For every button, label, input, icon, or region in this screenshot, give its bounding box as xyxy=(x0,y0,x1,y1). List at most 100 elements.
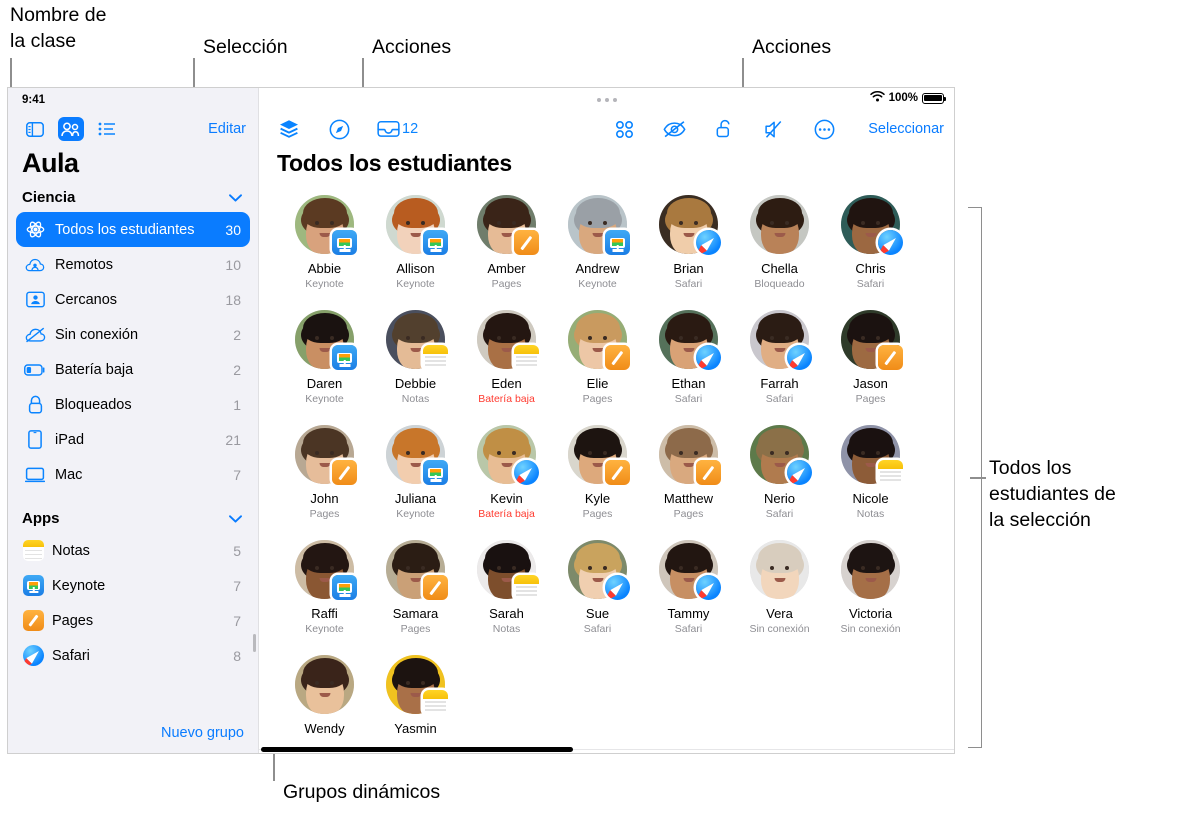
avatar-wrap xyxy=(750,195,809,254)
student-name: Sarah xyxy=(489,606,524,621)
avatar xyxy=(295,655,354,714)
pages-app-icon xyxy=(605,345,630,370)
sidebar-item-count: 7 xyxy=(233,612,241,629)
student-card[interactable]: Andrew Keynote xyxy=(552,195,643,290)
files-button[interactable]: 12 xyxy=(375,115,420,143)
section-header-ciencia[interactable]: Ciencia xyxy=(8,185,258,212)
student-card[interactable]: Yasmin xyxy=(370,655,461,736)
avatar-wrap xyxy=(295,195,357,255)
student-status: Keynote xyxy=(305,393,344,405)
sidebar-item-sin-conexion[interactable]: Sin conexión 2 xyxy=(16,317,250,352)
student-card[interactable]: Chris Safari xyxy=(825,195,916,290)
student-card[interactable]: Farrah Safari xyxy=(734,310,825,405)
student-card[interactable]: Eden Batería baja xyxy=(461,310,552,405)
screens-button[interactable] xyxy=(275,115,303,143)
student-card[interactable]: Sarah Notas xyxy=(461,540,552,635)
avatar-wrap xyxy=(750,425,812,485)
leader-class-name xyxy=(10,58,12,87)
mute-button[interactable] xyxy=(760,115,788,143)
student-name: Sue xyxy=(585,606,610,621)
student-card[interactable]: John Pages xyxy=(279,425,370,520)
sidebar-item-keynote[interactable]: Keynote 7 xyxy=(16,568,250,603)
student-card[interactable]: Juliana Keynote xyxy=(370,425,461,520)
student-name: Eden xyxy=(491,376,522,391)
student-card[interactable]: Daren Keynote xyxy=(279,310,370,405)
student-name: Chella xyxy=(761,261,798,276)
student-status: Keynote xyxy=(305,623,344,635)
sidebar-item-safari[interactable]: Safari 8 xyxy=(16,638,250,673)
more-button[interactable] xyxy=(810,115,838,143)
student-card[interactable]: Tammy Safari xyxy=(643,540,734,635)
keynote-app-icon xyxy=(332,345,357,370)
student-card[interactable]: Ethan Safari xyxy=(643,310,734,405)
scrollbar-thumb[interactable] xyxy=(261,747,573,752)
status-bar-left: 9:41 xyxy=(8,88,258,112)
student-status: Batería baja xyxy=(478,508,535,520)
new-group-button[interactable]: Nuevo grupo xyxy=(161,725,244,741)
student-card[interactable]: Nicole Notas xyxy=(825,425,916,520)
section-header-apps[interactable]: Apps xyxy=(8,506,258,533)
sidebar-item-notas[interactable]: Notas 5 xyxy=(16,533,250,568)
student-card[interactable]: Abbie Keynote xyxy=(279,195,370,290)
sidebar-item-bateria-baja[interactable]: Batería baja 2 xyxy=(16,352,250,387)
student-card[interactable]: Amber Pages xyxy=(461,195,552,290)
callout-actions-left: Acciones xyxy=(372,36,452,58)
window-grabber-icon[interactable] xyxy=(596,98,617,102)
student-name: Abbie xyxy=(307,261,342,276)
sidebar-item-label: Batería baja xyxy=(55,361,134,378)
sidebar-item-label: Cercanos xyxy=(55,291,118,308)
student-name: Daren xyxy=(306,376,343,391)
student-status: Pages xyxy=(400,623,431,635)
student-name: Nicole xyxy=(852,491,889,506)
horizontal-scrollbar[interactable] xyxy=(259,743,954,753)
chevron-down-icon[interactable] xyxy=(229,510,242,527)
chevron-down-icon[interactable] xyxy=(229,189,242,206)
sidebar-item-ipad[interactable]: iPad 21 xyxy=(16,422,250,457)
student-card[interactable]: Debbie Notas xyxy=(370,310,461,405)
student-card[interactable]: Victoria Sin conexión xyxy=(825,540,916,635)
groups-button[interactable] xyxy=(610,115,638,143)
sidebar-item-todos-los-estudiantes[interactable]: Todos los estudiantes 30 xyxy=(16,212,250,247)
student-card[interactable]: Allison Keynote xyxy=(370,195,461,290)
student-name: Victoria xyxy=(848,606,893,621)
student-card[interactable]: Jason Pages xyxy=(825,310,916,405)
sidebar-item-remotos[interactable]: Remotos 10 xyxy=(16,247,250,282)
student-card[interactable]: Sue Safari xyxy=(552,540,643,635)
sidebar-item-count: 18 xyxy=(225,291,241,308)
student-card[interactable]: Elie Pages xyxy=(552,310,643,405)
select-button[interactable]: Seleccionar xyxy=(868,121,944,137)
student-card[interactable]: Wendy xyxy=(279,655,370,736)
student-card[interactable]: Chella Bloqueado xyxy=(734,195,825,290)
sidebar-item-pages[interactable]: Pages 7 xyxy=(16,603,250,638)
avatar xyxy=(841,540,900,599)
student-card[interactable]: Brian Safari xyxy=(643,195,734,290)
student-card[interactable]: Vera Sin conexión xyxy=(734,540,825,635)
sidebar-item-mac[interactable]: Mac 7 xyxy=(16,457,250,492)
sidebar-item-bloqueados[interactable]: Bloqueados 1 xyxy=(16,387,250,422)
student-card[interactable]: Nerio Safari xyxy=(734,425,825,520)
hide-screen-button[interactable] xyxy=(660,115,688,143)
sidebar-item-label: Safari xyxy=(52,647,90,664)
files-badge: 12 xyxy=(402,121,419,137)
sidebar-scrollbar[interactable] xyxy=(253,634,256,652)
student-card[interactable]: Kevin Batería baja xyxy=(461,425,552,520)
student-card[interactable]: Matthew Pages xyxy=(643,425,734,520)
list-icon[interactable] xyxy=(94,117,120,141)
lock-button[interactable] xyxy=(710,115,738,143)
people-icon[interactable] xyxy=(58,117,84,141)
sidebar-item-cercanos[interactable]: Cercanos 18 xyxy=(16,282,250,317)
group-list-apps: Notas 5 Keynote 7 Pages 7 Safari 8 xyxy=(8,533,258,673)
student-card[interactable]: Kyle Pages xyxy=(552,425,643,520)
navigate-button[interactable] xyxy=(325,115,353,143)
keynote-app-icon xyxy=(332,575,357,600)
avatar xyxy=(750,195,809,254)
student-name: Matthew xyxy=(663,491,714,506)
edit-button[interactable]: Editar xyxy=(208,121,246,137)
student-status: Notas xyxy=(492,623,521,635)
student-status: Sin conexión xyxy=(749,623,810,635)
student-card[interactable]: Raffi Keynote xyxy=(279,540,370,635)
callout-all-students-selection: Todos los estudiantes de la selección xyxy=(989,457,1116,531)
student-card[interactable]: Samara Pages xyxy=(370,540,461,635)
students-grid-wrap: Abbie Keynote Allison Keynote Amber Pages Andr… xyxy=(259,177,954,753)
sidebar-toggle-icon[interactable] xyxy=(22,117,48,141)
